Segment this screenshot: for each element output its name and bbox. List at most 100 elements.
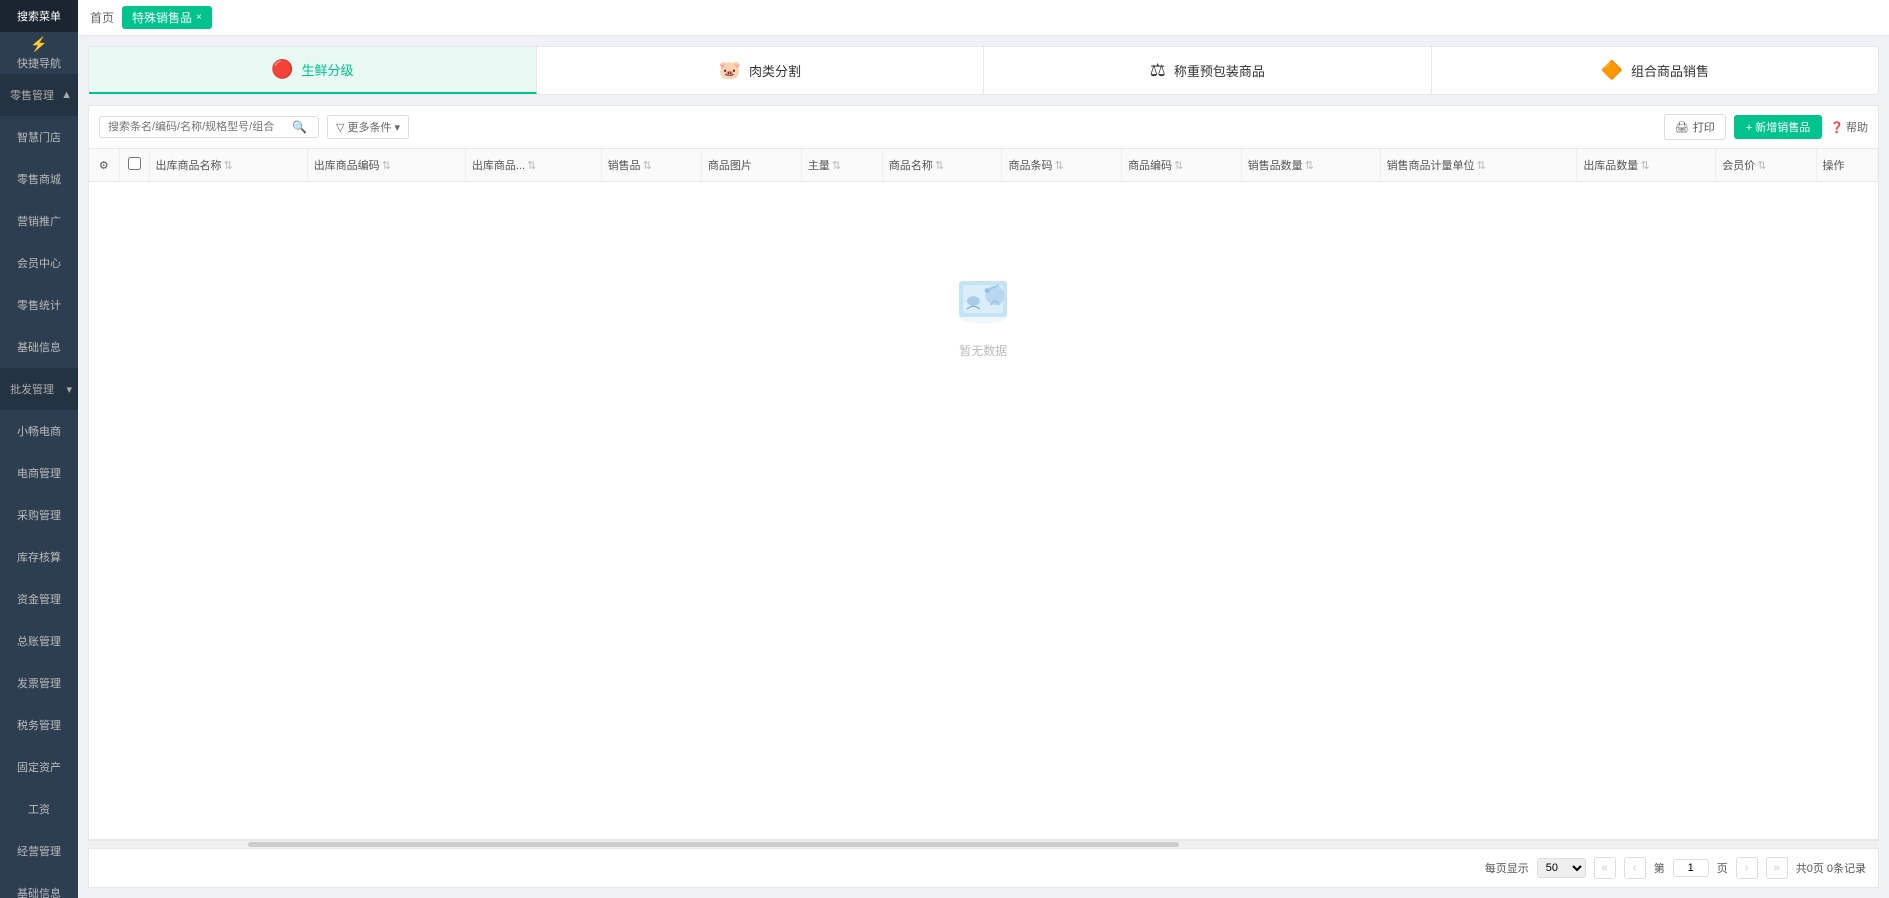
sidebar-item-label: 智慧门店 — [17, 129, 61, 145]
sidebar-item-mini-ecom[interactable]: 小畅电商 — [0, 410, 78, 452]
page-input[interactable] — [1673, 859, 1709, 877]
category-tab-label: 肉类分割 — [749, 61, 801, 80]
sidebar-item-tax-mgmt[interactable]: 税务管理 — [0, 704, 78, 746]
sidebar-logo[interactable]: 搜索菜单 — [0, 0, 78, 32]
print-button[interactable]: 🖨 打印 — [1664, 114, 1726, 140]
sidebar-item-label: 采购管理 — [17, 507, 61, 523]
th-goods-barcode[interactable]: 商品条码⇅ — [1002, 149, 1122, 182]
last-page-button[interactable]: » — [1766, 857, 1788, 879]
sidebar-item-quick-nav[interactable]: ⚡ 快捷导航 — [0, 32, 78, 74]
sort-icon: ⇅ — [832, 160, 841, 172]
th-settings[interactable]: ⚙ — [89, 149, 119, 182]
sort-icon: ⇅ — [1477, 160, 1486, 172]
th-member-price[interactable]: 会员价⇅ — [1716, 149, 1816, 182]
sidebar-item-wages[interactable]: 工资 — [0, 788, 78, 830]
sidebar-item-smart-store[interactable]: 智慧门店 — [0, 116, 78, 158]
quick-nav-icon: ⚡ — [30, 36, 47, 53]
category-tab-weigh-pack[interactable]: ⚖ 称重预包装商品 — [984, 47, 1432, 94]
sidebar-item-sales-promo[interactable]: 营销推广 — [0, 200, 78, 242]
filter-arrow-icon: ▾ — [394, 121, 400, 134]
sort-icon: ⇅ — [643, 160, 652, 172]
category-tab-label: 组合商品销售 — [1631, 61, 1709, 80]
sidebar-item-label: 发票管理 — [17, 675, 61, 691]
sort-icon: ⇅ — [1640, 160, 1649, 172]
sidebar-item-retail-stats[interactable]: 零售统计 — [0, 284, 78, 326]
sort-icon: ⇅ — [1174, 160, 1183, 172]
sort-icon: ⇅ — [1757, 160, 1766, 172]
empty-row: 暂无数据 — [89, 182, 1878, 440]
prev-page-button[interactable]: ‹ — [1624, 857, 1646, 879]
sidebar-item-label: 零售统计 — [17, 297, 61, 313]
sidebar-item-label: 批发管理 — [10, 381, 54, 397]
sidebar-item-retail-mall[interactable]: 零售商城 — [0, 158, 78, 200]
sidebar-item-label: 电商管理 — [17, 465, 61, 481]
category-tab-label: 生鲜分级 — [301, 60, 353, 79]
topbar-tab-close-icon[interactable]: × — [196, 12, 202, 23]
fresh-grade-icon: 🔴 — [271, 59, 293, 80]
per-page-select[interactable]: 50 10 20 100 — [1537, 858, 1586, 878]
th-out-qty[interactable]: 出库品数量⇅ — [1577, 149, 1716, 182]
sidebar-item-label: 税务管理 — [17, 717, 61, 733]
th-out-goods-name[interactable]: 出库商品名称⇅ — [149, 149, 307, 182]
per-page-label: 每页显示 — [1485, 860, 1529, 876]
table-header-row: ⚙ 出库商品名称⇅ 出库商品编码⇅ 出库商品...⇅ 销售品⇅ 商品图片 主量⇅… — [89, 149, 1878, 182]
sidebar-item-label: 零售管理 — [10, 87, 54, 103]
content-area: 🔴 生鲜分级 🐷 肉类分割 ⚖ 称重预包装商品 🔶 组合商品销售 🔍 — [78, 36, 1889, 898]
sidebar-item-label: 固定资产 — [17, 759, 61, 775]
sidebar-item-basic-info2[interactable]: 基础信息 — [0, 872, 78, 898]
page-label: 第 — [1654, 860, 1665, 876]
sort-icon: ⇅ — [382, 160, 391, 172]
topbar-home[interactable]: 首页 — [90, 9, 114, 26]
sidebar-item-basic-info[interactable]: 基础信息 — [0, 326, 78, 368]
sidebar-item-member-center[interactable]: 会员中心 — [0, 242, 78, 284]
sidebar-item-retail-mgmt[interactable]: 零售管理 ▲ — [0, 74, 78, 116]
sidebar-item-label: 基础信息 — [17, 885, 61, 898]
sidebar-item-label: 零售商城 — [17, 171, 61, 187]
sidebar: 搜索菜单 ⚡ 快捷导航 零售管理 ▲ 智慧门店 零售商城 营销推广 会员中心 零… — [0, 0, 78, 898]
select-all-checkbox[interactable] — [128, 157, 141, 170]
horizontal-scrollbar-thumb[interactable] — [248, 842, 1179, 847]
add-button[interactable]: + 新增销售品 — [1734, 115, 1822, 139]
sidebar-item-invoice-mgmt[interactable]: 发票管理 — [0, 662, 78, 704]
th-goods-code[interactable]: 商品编码⇅ — [1122, 149, 1242, 182]
th-sale-qty[interactable]: 销售品数量⇅ — [1241, 149, 1380, 182]
help-button[interactable]: ❓ 帮助 — [1830, 119, 1868, 135]
sidebar-item-inventory[interactable]: 库存核算 — [0, 536, 78, 578]
th-sale-goods[interactable]: 销售品⇅ — [601, 149, 701, 182]
category-tab-fresh-grade[interactable]: 🔴 生鲜分级 — [89, 47, 537, 94]
th-out-goods-spec[interactable]: 出库商品...⇅ — [465, 149, 601, 182]
combo-sales-icon: 🔶 — [1601, 60, 1623, 81]
next-page-button[interactable]: › — [1736, 857, 1758, 879]
sidebar-item-fixed-assets[interactable]: 固定资产 — [0, 746, 78, 788]
sidebar-item-finance[interactable]: 资金管理 — [0, 578, 78, 620]
sidebar-item-label: 小畅电商 — [17, 423, 61, 439]
help-label: 帮助 — [1846, 119, 1868, 135]
sidebar-item-wholesale-mgmt[interactable]: 批发管理 ▾ — [0, 368, 78, 410]
help-icon: ❓ — [1830, 121, 1844, 134]
th-sale-unit[interactable]: 销售商品计量单位⇅ — [1380, 149, 1577, 182]
topbar-active-tab[interactable]: 特殊销售品 × — [122, 6, 212, 29]
sidebar-item-purchase-mgmt[interactable]: 采购管理 — [0, 494, 78, 536]
sidebar-item-general-ledger[interactable]: 总账管理 — [0, 620, 78, 662]
add-button-label: + 新增销售品 — [1746, 119, 1810, 135]
th-checkbox[interactable] — [119, 149, 149, 182]
horizontal-scrollbar[interactable] — [88, 840, 1879, 848]
category-tab-label: 称重预包装商品 — [1174, 61, 1265, 80]
empty-state: 暂无数据 — [89, 182, 1878, 439]
sidebar-item-ops-mgmt[interactable]: 经营管理 — [0, 830, 78, 872]
filter-button[interactable]: ▽ 更多条件 ▾ — [327, 115, 409, 139]
page-suffix: 页 — [1717, 860, 1728, 876]
sidebar-item-ecom-mgmt[interactable]: 电商管理 — [0, 452, 78, 494]
category-tab-meat-cut[interactable]: 🐷 肉类分割 — [537, 47, 985, 94]
data-table: ⚙ 出库商品名称⇅ 出库商品编码⇅ 出库商品...⇅ 销售品⇅ 商品图片 主量⇅… — [89, 149, 1878, 439]
th-weight[interactable]: 主量⇅ — [801, 149, 882, 182]
sort-icon: ⇅ — [1054, 160, 1063, 172]
search-icon: 🔍 — [292, 120, 307, 134]
first-page-button[interactable]: « — [1594, 857, 1616, 879]
search-input[interactable] — [108, 121, 288, 133]
sidebar-item-label: 快捷导航 — [17, 55, 61, 71]
th-goods-name[interactable]: 商品名称⇅ — [882, 149, 1002, 182]
category-tab-combo-sales[interactable]: 🔶 组合商品销售 — [1432, 47, 1879, 94]
th-out-goods-code[interactable]: 出库商品编码⇅ — [307, 149, 465, 182]
search-box[interactable]: 🔍 — [99, 116, 319, 138]
